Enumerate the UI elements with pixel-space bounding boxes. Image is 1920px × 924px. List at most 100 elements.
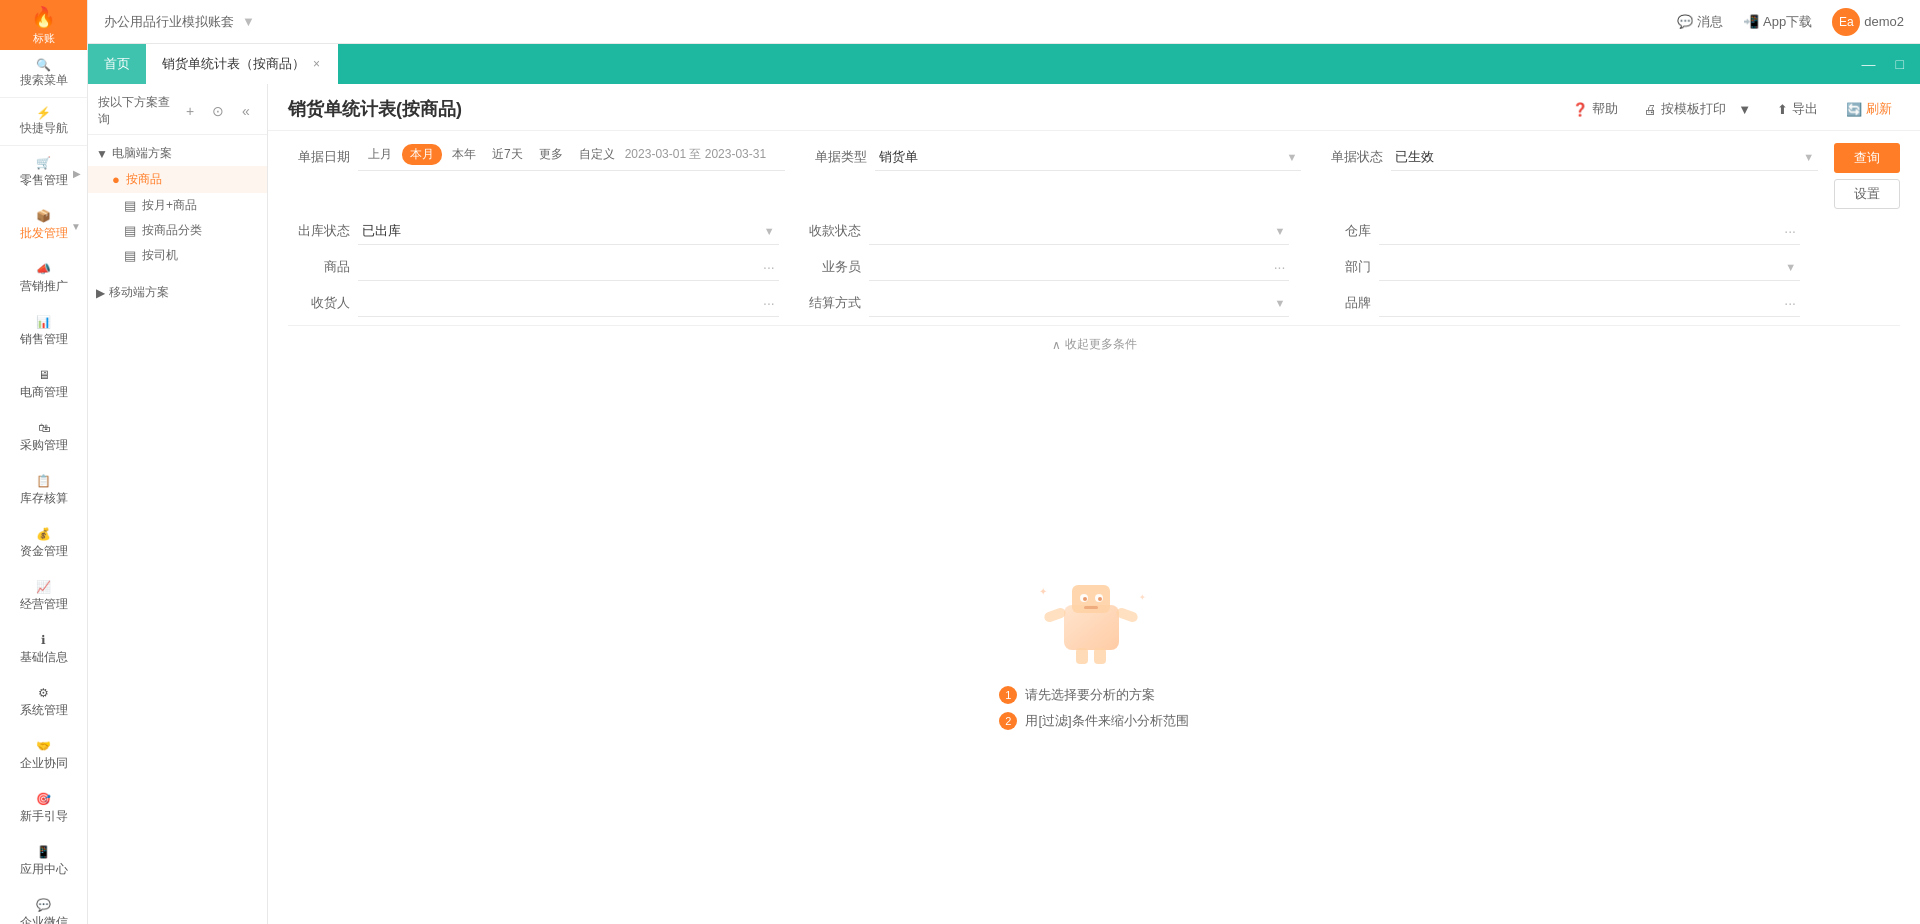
help-button[interactable]: ❓ 帮助 xyxy=(1564,96,1626,122)
refresh-button[interactable]: 🔄 刷新 xyxy=(1838,96,1900,122)
mobile-schemes-title[interactable]: ▶ 移动端方案 xyxy=(88,280,267,305)
scheme-label: 按月+商品 xyxy=(142,197,197,214)
sidebar-item-guide[interactable]: 🎯 新手引导 xyxy=(0,782,87,835)
svg-point-5 xyxy=(1098,597,1102,601)
guide-icon: 🎯 xyxy=(36,792,51,806)
tab-home[interactable]: 首页 xyxy=(88,44,146,84)
brand-label: 品牌 xyxy=(1309,294,1379,312)
empty-steps: 1 请先选择要分析的方案 2 用[过滤]条件来缩小分析范围 xyxy=(999,686,1188,730)
sidebar-item-quick[interactable]: ⚡ 快捷导航 xyxy=(0,98,87,146)
filter-area: 单据日期 上月 本月 本年 近7天 更多 自定义 2023-03-01 至 20… xyxy=(268,131,1920,375)
print-dropdown-button[interactable]: ▼ xyxy=(1732,98,1757,121)
sidebar-item-basic[interactable]: ℹ 基础信息 xyxy=(0,623,87,676)
app-logo[interactable]: 🔥 标账 xyxy=(0,0,88,50)
date-opt-last-month[interactable]: 上月 xyxy=(362,144,398,165)
dept-field[interactable]: ▼ xyxy=(1379,253,1800,281)
sidebar-item-retail[interactable]: 🛒 零售管理 ▶ xyxy=(0,146,87,199)
app-download-button[interactable]: 📲 App下载 xyxy=(1743,13,1812,31)
basic-icon: ℹ xyxy=(41,633,46,647)
empty-state-image: ✦ ✦ xyxy=(1034,570,1154,670)
date-quick-options: 上月 本月 本年 近7天 更多 自定义 2023-03-01 至 2023-03… xyxy=(362,144,781,165)
message-button[interactable]: 💬 消息 xyxy=(1677,13,1723,31)
payment-field[interactable]: ▼ xyxy=(869,289,1290,317)
scheme-by-category[interactable]: ▤ 按商品分类 xyxy=(88,218,267,243)
date-filter-field[interactable]: 上月 本月 本年 近7天 更多 自定义 2023-03-01 至 2023-03… xyxy=(358,143,785,171)
settings-button[interactable]: 设置 xyxy=(1834,179,1900,209)
date-opt-this-year[interactable]: 本年 xyxy=(446,144,482,165)
sidebar-item-label: 销售管理 xyxy=(20,331,68,348)
date-opt-7days[interactable]: 近7天 xyxy=(486,144,529,165)
out-status-dropdown-icon: ▼ xyxy=(764,225,775,237)
logo-text: 标账 xyxy=(33,31,55,46)
query-button[interactable]: 查询 xyxy=(1834,143,1900,173)
doc-type-dropdown-icon: ▼ xyxy=(1286,151,1297,163)
sales-icon: 📊 xyxy=(36,315,51,329)
left-panel-header: 按以下方案查询 + ⊙ « xyxy=(88,84,267,135)
scheme-by-cashier[interactable]: ▤ 按司机 xyxy=(88,243,267,268)
dept-label: 部门 xyxy=(1309,258,1379,276)
sidebar-item-marketing[interactable]: 📣 营销推广 xyxy=(0,252,87,305)
sidebar-item-wechat[interactable]: 💬 企业微信 xyxy=(0,888,87,924)
collapse-button[interactable]: ∧ 收起更多条件 xyxy=(1040,332,1149,357)
user-menu[interactable]: Ea demo2 xyxy=(1832,8,1904,36)
app-download-icon: 📲 xyxy=(1743,14,1759,29)
sidebar-item-purchase[interactable]: 🛍 采购管理 xyxy=(0,411,87,464)
sidebar-item-ecom[interactable]: 🖥 电商管理 xyxy=(0,358,87,411)
scheme-by-month-goods[interactable]: ▤ 按月+商品 xyxy=(88,193,267,218)
message-label: 消息 xyxy=(1697,13,1723,31)
export-button[interactable]: ⬆ 导出 xyxy=(1769,96,1826,122)
warehouse-ellipsis-icon: ··· xyxy=(1784,223,1796,239)
breadcrumb-dropdown-icon[interactable]: ▼ xyxy=(242,14,255,29)
sidebar-item-inventory[interactable]: 📋 库存核算 xyxy=(0,464,87,517)
marketing-icon: 📣 xyxy=(36,262,51,276)
sidebar-item-label: 系统管理 xyxy=(20,702,68,719)
staff-field[interactable]: ··· xyxy=(869,253,1290,281)
date-opt-custom[interactable]: 自定义 xyxy=(573,144,621,165)
warehouse-field[interactable]: ··· xyxy=(1379,217,1800,245)
scheme-label: 按司机 xyxy=(142,247,178,264)
collab-icon: 🤝 xyxy=(36,739,51,753)
desktop-schemes-title[interactable]: ▼ 电脑端方案 xyxy=(88,141,267,166)
goods-field[interactable]: ··· xyxy=(358,253,779,281)
sidebar-item-finance[interactable]: 💰 资金管理 xyxy=(0,517,87,570)
sidebar-item-wholesale[interactable]: 📦 批发管理 ▼ xyxy=(0,199,87,252)
sidebar-item-system[interactable]: ⚙ 系统管理 xyxy=(0,676,87,729)
out-status-value: 已出库 xyxy=(362,222,760,240)
empty-step-2: 2 用[过滤]条件来缩小分析范围 xyxy=(999,712,1188,730)
sidebar-item-apps[interactable]: 📱 应用中心 xyxy=(0,835,87,888)
scheme-by-goods[interactable]: ● 按商品 xyxy=(88,166,267,193)
sidebar-item-search[interactable]: 🔍 搜索菜单 xyxy=(0,50,87,98)
print-button[interactable]: 🖨 按模板打印 xyxy=(1638,96,1732,122)
scheme-icon: ▤ xyxy=(124,248,136,263)
svg-rect-7 xyxy=(1043,606,1067,623)
date-opt-more[interactable]: 更多 xyxy=(533,144,569,165)
main-area: 办公用品行业模拟账套 ▼ 💬 消息 📲 App下载 Ea demo2 首页 xyxy=(88,0,1920,924)
out-status-field[interactable]: 已出库 ▼ xyxy=(358,217,779,245)
sidebar-item-label: 资金管理 xyxy=(20,543,68,560)
sidebar-item-collab[interactable]: 🤝 企业协同 xyxy=(0,729,87,782)
doc-type-field[interactable]: 销货单 ▼ xyxy=(875,143,1302,171)
collapse-panel-button[interactable]: « xyxy=(235,100,257,122)
sidebar-item-sales[interactable]: 📊 销售管理 xyxy=(0,305,87,358)
settings-scheme-button[interactable]: ⊙ xyxy=(207,100,229,122)
add-scheme-button[interactable]: + xyxy=(179,100,201,122)
tab-sales-stats[interactable]: 销货单统计表（按商品） × xyxy=(146,44,338,84)
brand-field[interactable]: ··· xyxy=(1379,289,1800,317)
tab-close-button[interactable]: × xyxy=(311,55,322,73)
doc-status-field[interactable]: 已生效 ▼ xyxy=(1391,143,1818,171)
date-opt-this-month[interactable]: 本月 xyxy=(402,144,442,165)
search-icon: 🔍 xyxy=(0,58,87,72)
step-1-text: 请先选择要分析的方案 xyxy=(1025,686,1155,704)
tab-minimize-button[interactable]: — xyxy=(1854,52,1884,76)
tab-maximize-button[interactable]: □ xyxy=(1888,52,1912,76)
sidebar-item-operations[interactable]: 📈 经营管理 xyxy=(0,570,87,623)
payment-dropdown-icon: ▼ xyxy=(1274,297,1285,309)
sidebar-item-label: 批发管理 xyxy=(20,225,68,242)
sidebar-item-label: 经营管理 xyxy=(20,596,68,613)
receipt-status-field[interactable]: ▼ xyxy=(869,217,1290,245)
receiver-label: 收货人 xyxy=(288,294,358,312)
date-label: 单据日期 xyxy=(288,148,358,166)
scheme-icon: ▤ xyxy=(124,198,136,213)
receiver-field[interactable]: ··· xyxy=(358,289,779,317)
mobile-schemes-group: ▶ 移动端方案 xyxy=(88,274,267,311)
